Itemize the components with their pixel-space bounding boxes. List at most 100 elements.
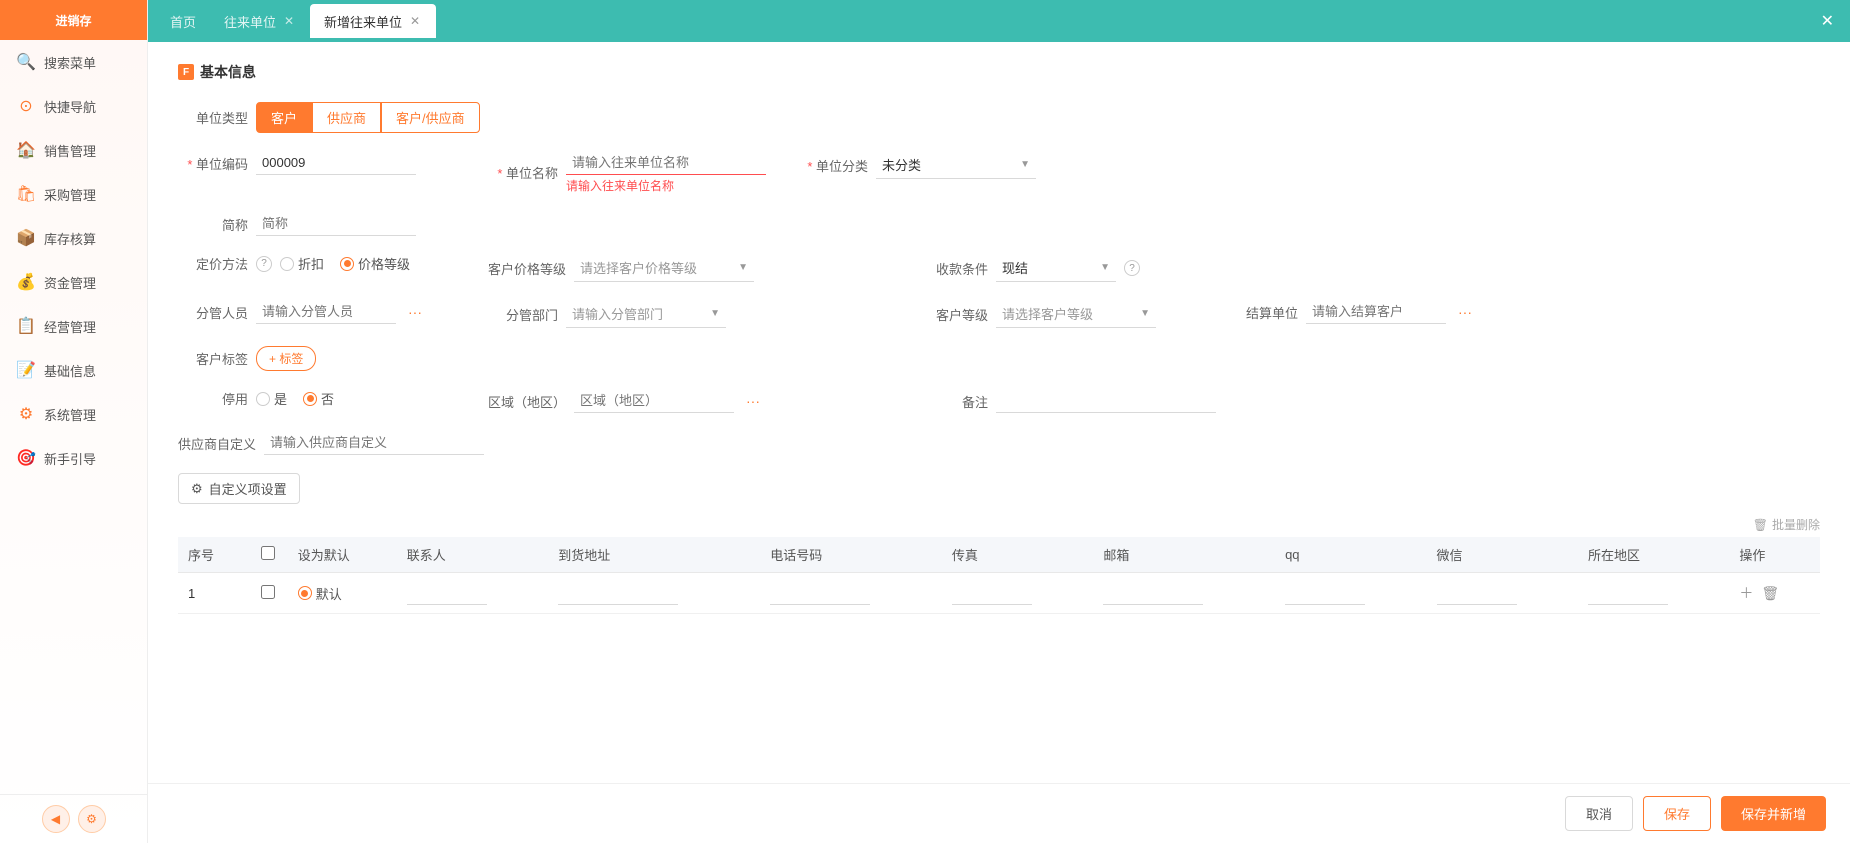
delete-row-icon[interactable]: 🗑 [1761,585,1779,602]
window-close-btn[interactable]: ✕ [1813,11,1842,31]
sidebar-item-guide[interactable]: 🎯 新手引导 [0,436,147,480]
manager-input[interactable] [256,300,396,324]
phone-input[interactable] [770,581,870,605]
unit-category-select[interactable]: 未分类 ▼ [876,151,1036,179]
pricing-help-icon[interactable]: ? [256,256,272,272]
supplier-custom-label: 供应商自定义 [178,434,256,453]
contact-input[interactable] [407,581,487,605]
sidebar-item-finance[interactable]: 💰 资金管理 [0,260,147,304]
payment-help-icon[interactable]: ? [1124,260,1140,276]
tab-new-partner-label: 新增往来单位 [324,12,402,31]
batch-delete-button[interactable]: 🗑 批量删除 [1753,516,1820,533]
pricing-method-field: 定价方法 ? 折扣 价格等级 [178,254,458,273]
select-all-checkbox[interactable] [261,546,275,560]
tag-add-button[interactable]: + 标签 [256,346,316,371]
remark-field: 备注 [918,389,1216,413]
th-actions: 操作 [1729,537,1820,573]
save-new-button[interactable]: 保存并新增 [1721,796,1826,831]
radio-no[interactable]: 否 [303,389,334,408]
basic-info-icon: 📝 [16,360,36,380]
supplier-custom-input[interactable] [264,431,484,455]
address-input[interactable] [558,581,678,605]
save-button[interactable]: 保存 [1643,796,1711,831]
unit-type-supplier[interactable]: 供应商 [312,102,381,133]
region-input[interactable] [574,389,734,413]
department-label: 分管部门 [488,305,558,324]
row-default-radio[interactable]: 默认 [298,584,387,603]
region-more-btn[interactable]: ··· [742,393,764,409]
customer-price-field: 客户价格等级 请选择客户价格等级 ▼ [488,254,888,282]
tag-label: 客户标签 [178,349,248,368]
sidebar-item-purchase[interactable]: 🛍 采购管理 [0,172,147,216]
unit-code-input[interactable] [256,151,416,175]
sidebar-settings-btn[interactable]: ⚙ [78,805,106,833]
contact-table: 序号 设为默认 联系人 到货地址 电话号码 传真 邮箱 qq 微信 所在地区 操… [178,537,1820,614]
sidebar-item-inventory[interactable]: 📦 库存核算 [0,216,147,260]
unit-name-input[interactable] [566,151,766,175]
department-placeholder: 请输入分管部门 [572,304,663,323]
tab-new-partner-close[interactable]: ✕ [408,14,422,28]
remark-input[interactable] [996,389,1216,413]
customer-level-select[interactable]: 请选择客户等级 ▼ [996,300,1156,328]
manager-more-btn[interactable]: ··· [404,304,426,320]
tab-home-label: 首页 [170,12,196,31]
tag-field: 客户标签 + 标签 [178,346,458,371]
payment-terms-value: 现结 [1002,258,1028,277]
sidebar: 进销存 🔍 搜索菜单 ⊙ 快捷导航 🏠 销售管理 🛍 采购管理 📦 库存核算 💰… [0,0,148,843]
department-select[interactable]: 请输入分管部门 ▼ [566,300,726,328]
sidebar-item-search[interactable]: 🔍 搜索菜单 [0,40,147,84]
payment-terms-select[interactable]: 现结 ▼ [996,254,1116,282]
wechat-input[interactable] [1437,581,1517,605]
td-contact [397,573,548,614]
td-actions: ＋ 🗑 [1729,573,1820,614]
add-row-icon[interactable]: ＋ [1739,583,1753,603]
pricing-row: 定价方法 ? 折扣 价格等级 客户价格等级 请选择客户价格等级 [178,254,1820,282]
email-input[interactable] [1103,581,1203,605]
settlement-unit-field: 结算单位 ··· [1228,300,1508,324]
disabled-radio-group: 是 否 [256,389,334,408]
customer-price-select[interactable]: 请选择客户价格等级 ▼ [574,254,754,282]
radio-yes-label: 是 [274,389,287,408]
sidebar-item-label: 资金管理 [44,273,96,292]
sidebar-item-label: 采购管理 [44,185,96,204]
cancel-button[interactable]: 取消 [1565,796,1633,831]
payment-terms-field: 收款条件 现结 ▼ ? [918,254,1198,282]
tab-new-partner[interactable]: 新增往来单位 ✕ [310,4,436,38]
sidebar-item-basic-info[interactable]: 📝 基础信息 [0,348,147,392]
td-email [1093,573,1275,614]
unit-name-error: 请输入往来单位名称 [566,177,766,194]
tab-partner-close[interactable]: ✕ [282,14,296,28]
unit-type-both[interactable]: 客户/供应商 [381,102,480,133]
sidebar-item-label: 销售管理 [44,141,96,160]
unit-type-customer[interactable]: 客户 [256,102,312,133]
radio-discount[interactable]: 折扣 [280,254,324,273]
sidebar-item-label: 快捷导航 [44,97,96,116]
radio-grade[interactable]: 价格等级 [340,254,410,273]
row-region-input[interactable] [1588,581,1668,605]
settlement-unit-input[interactable] [1306,300,1446,324]
abbr-input[interactable] [256,212,416,236]
fax-input[interactable] [952,581,1032,605]
td-default: 默认 [288,573,397,614]
sidebar-item-system[interactable]: ⚙ 系统管理 [0,392,147,436]
pricing-radio-group: 折扣 价格等级 [280,254,410,273]
tab-home[interactable]: 首页 [156,4,210,38]
unit-category-field: 单位分类 未分类 ▼ [798,151,1078,179]
tab-partner[interactable]: 往来单位 ✕ [210,4,310,38]
custom-setting-button[interactable]: ⚙ 自定义项设置 [178,473,300,504]
section-title-text: 基本信息 [200,62,256,82]
settlement-more-btn[interactable]: ··· [1454,304,1476,320]
sidebar-item-operations[interactable]: 📋 经营管理 [0,304,147,348]
sidebar-item-quick-nav[interactable]: ⊙ 快捷导航 [0,84,147,128]
radio-yes[interactable]: 是 [256,389,287,408]
qq-input[interactable] [1285,581,1365,605]
sidebar-expand-btn[interactable]: ◀ [42,805,70,833]
manager-label: 分管人员 [178,303,248,322]
radio-yes-circle [256,392,270,406]
sidebar-item-sales[interactable]: 🏠 销售管理 [0,128,147,172]
th-wechat: 微信 [1427,537,1578,573]
section-title-icon: F [178,64,194,80]
row-checkbox[interactable] [261,585,275,599]
department-field: 分管部门 请输入分管部门 ▼ [488,300,888,328]
guide-icon: 🎯 [16,448,36,468]
